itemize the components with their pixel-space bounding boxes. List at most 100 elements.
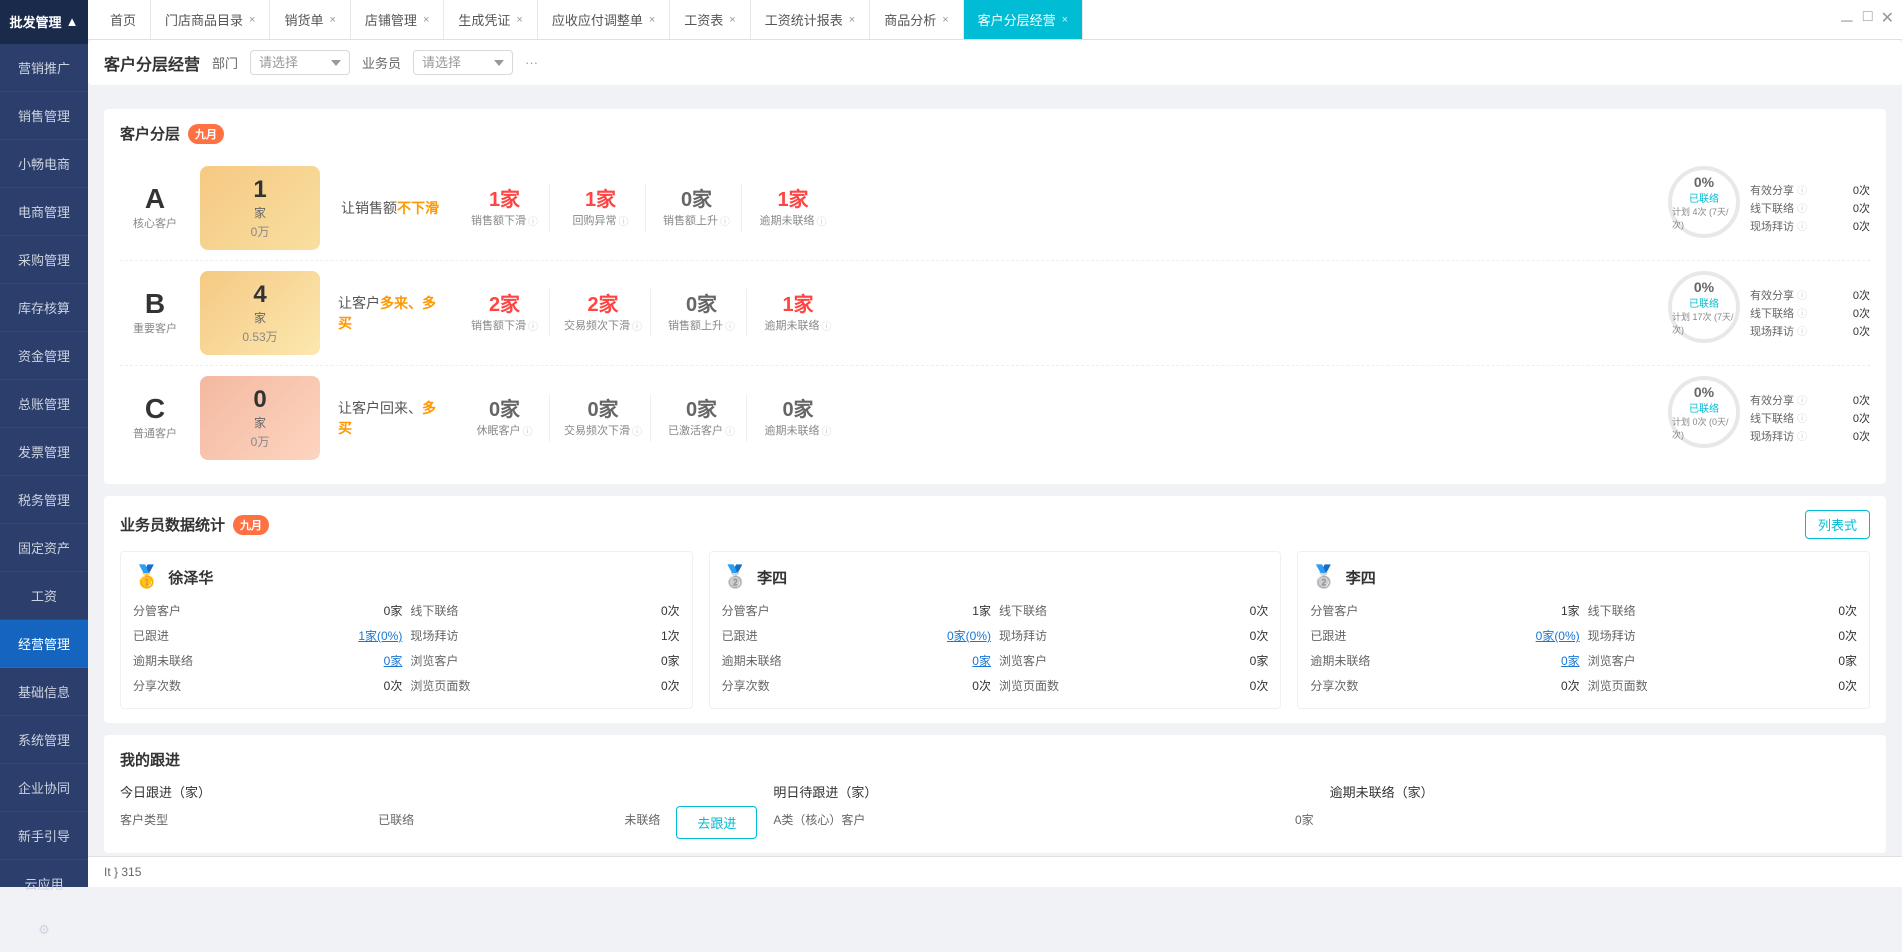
staff-stat-link[interactable]: 0家 [384, 652, 403, 669]
sidebar-item-小畅电商[interactable]: 小畅电商 [0, 140, 88, 188]
right-stats-B: 有效分享 ⓘ 0次 线下联络 ⓘ 0次 现场拜访 ⓘ 0次 [1750, 271, 1870, 355]
stat-item[interactable]: 0家 销售额上升 ⓘ [657, 289, 747, 337]
tab-首页[interactable]: 首页 [96, 0, 151, 40]
staff-stat-row: 现场拜访 0次 [999, 625, 1268, 646]
stat-item[interactable]: 0家 休眠客户 ⓘ [460, 394, 550, 442]
staff-stat-row: 浏览客户 0家 [410, 650, 679, 671]
tier-stats-A: 1家 销售额下滑 ⓘ 1家 回购异常 ⓘ 0家 销售额上升 ⓘ 1家 逾期未联络… [460, 166, 1658, 250]
sidebar-expand-icon: ▲ [66, 14, 79, 29]
sidebar-item-采购管理[interactable]: 采购管理 [0, 236, 88, 284]
month-badge: 九月 [188, 124, 224, 144]
minimize-icon[interactable]: － [1839, 8, 1855, 32]
tier-action-A: 让销售额不下滑 [330, 166, 450, 250]
stat-item[interactable]: 2家 销售额下滑 ⓘ [460, 289, 550, 337]
content-area: 客户分层 九月 A 核心客户 1 家 0万 让销售额不下滑 1家 销售额下滑 ⓘ… [88, 97, 1902, 856]
followup-btn-col: 去跟进 [676, 782, 757, 839]
staff-stat-row: 线下联络 0次 [410, 600, 679, 621]
tab-close-门店商品目录[interactable]: × [249, 14, 255, 26]
staff-stat-value: 1家 [972, 602, 991, 619]
tab-销货单[interactable]: 销货单× [270, 0, 350, 40]
sidebar-item-库存核算[interactable]: 库存核算 [0, 284, 88, 332]
tab-店铺管理[interactable]: 店铺管理× [351, 0, 444, 40]
staff-stat-link[interactable]: 0家 [972, 652, 991, 669]
sidebar-item-经营管理[interactable]: 经营管理 [0, 620, 88, 668]
sidebar-item-云应用[interactable]: 云应用 [0, 860, 88, 908]
filter-more[interactable]: ··· [525, 55, 538, 70]
staff-stat-value: 0家 [661, 652, 680, 669]
tab-商品分析[interactable]: 商品分析× [870, 0, 963, 40]
sidebar-item-企业协同[interactable]: 企业协同 [0, 764, 88, 812]
list-view-btn[interactable]: 列表式 [1805, 510, 1870, 539]
tab-close-工资统计报表[interactable]: × [849, 14, 855, 26]
sidebar-item-总账管理[interactable]: 总账管理 [0, 380, 88, 428]
stat-item[interactable]: 1家 逾期未联络 ⓘ [753, 289, 843, 337]
tab-生成凭证[interactable]: 生成凭证× [444, 0, 537, 40]
followup-title: 我的跟进 [120, 749, 1870, 770]
staff-stat-value: 0次 [1250, 627, 1269, 644]
tab-应收应付调整单[interactable]: 应收应付调整单× [538, 0, 670, 40]
tab-close-客户分层经营[interactable]: × [1062, 14, 1068, 26]
tab-close-生成凭证[interactable]: × [516, 14, 522, 26]
stat-item[interactable]: 0家 已激活客户 ⓘ [657, 394, 747, 442]
staff-stat-row: 线下联络 0次 [999, 600, 1268, 621]
tab-close-应收应付调整单[interactable]: × [649, 14, 655, 26]
staff-select[interactable]: 请选择 [413, 50, 513, 75]
stat-item[interactable]: 1家 回购异常 ⓘ [556, 184, 646, 232]
stat-item[interactable]: 1家 逾期未联络 ⓘ [748, 184, 838, 232]
tab-工资表[interactable]: 工资表× [670, 0, 750, 40]
sidebar-item-固定资产[interactable]: 固定资产 [0, 524, 88, 572]
tab-close-商品分析[interactable]: × [942, 14, 948, 26]
tier-count-C[interactable]: 0 家 0万 [200, 376, 320, 460]
staff-stat-value: 0次 [661, 677, 680, 694]
sidebar-item-工资[interactable]: 工资 [0, 572, 88, 620]
sidebar-item-系统管理[interactable]: 系统管理 [0, 716, 88, 764]
sidebar-header[interactable]: 批发管理 ▲ [0, 0, 88, 44]
stat-item[interactable]: 2家 交易频次下滑 ⓘ [556, 289, 651, 337]
close-all-icon[interactable]: ✕ [1881, 8, 1894, 32]
staff-stat-row: 已跟进 0家(0%) [1310, 625, 1579, 646]
tab-actions: － □ ✕ [1839, 8, 1894, 32]
stat-item[interactable]: 0家 交易频次下滑 ⓘ [556, 394, 651, 442]
sidebar-item-税务管理[interactable]: 税务管理 [0, 476, 88, 524]
stat-item[interactable]: 1家 销售额下滑 ⓘ [460, 184, 550, 232]
staff-stat-link[interactable]: 1家(0%) [358, 627, 402, 644]
customer-tier-section: 客户分层 九月 A 核心客户 1 家 0万 让销售额不下滑 1家 销售额下滑 ⓘ… [104, 109, 1886, 484]
sidebar-item-基础信息[interactable]: 基础信息 [0, 668, 88, 716]
staff-grid: 🥇 徐泽华 分管客户 0家 线下联络 0次 已跟进 1家(0%) 现场拜访 1次 [120, 551, 1870, 709]
tier-stats-B: 2家 销售额下滑 ⓘ 2家 交易频次下滑 ⓘ 0家 销售额上升 ⓘ 1家 逾期未… [460, 271, 1658, 355]
sidebar-item-电商管理[interactable]: 电商管理 [0, 188, 88, 236]
sidebar-settings[interactable]: ⚙ [0, 908, 88, 952]
staff-stat-row: 分享次数 0次 [133, 675, 402, 696]
staff-stat-link[interactable]: 0家(0%) [1536, 627, 1580, 644]
staff-stat-link[interactable]: 0家 [1561, 652, 1580, 669]
tier-stats-C: 0家 休眠客户 ⓘ 0家 交易频次下滑 ⓘ 0家 已激活客户 ⓘ 0家 逾期未联… [460, 376, 1658, 460]
tier-count-B[interactable]: 4 家 0.53万 [200, 271, 320, 355]
staff-stats-grid: 分管客户 1家 线下联络 0次 已跟进 0家(0%) 现场拜访 0次 逾期未联络… [722, 600, 1269, 696]
sidebar-item-新手引导[interactable]: 新手引导 [0, 812, 88, 860]
sidebar-item-销售管理[interactable]: 销售管理 [0, 92, 88, 140]
contact-circle-A: 0% 已联络 计划 4次 (7天/次) [1668, 166, 1740, 238]
staff-stat-value: 0次 [1838, 627, 1857, 644]
staff-stat-link[interactable]: 0家(0%) [947, 627, 991, 644]
tab-门店商品目录[interactable]: 门店商品目录× [151, 0, 270, 40]
overdue-followup-title: 逾期未联络（家） [1330, 782, 1870, 801]
tab-客户分层经营[interactable]: 客户分层经营× [964, 0, 1083, 40]
goto-followup-btn[interactable]: 去跟进 [676, 806, 757, 839]
followup-overdue-col: 逾期未联络（家） [1330, 782, 1870, 809]
dept-select[interactable]: 请选择 [250, 50, 350, 75]
sidebar-item-营销推广[interactable]: 营销推广 [0, 44, 88, 92]
stat-item[interactable]: 0家 逾期未联络 ⓘ [753, 394, 843, 442]
staff-stats-grid: 分管客户 1家 线下联络 0次 已跟进 0家(0%) 现场拜访 0次 逾期未联络… [1310, 600, 1857, 696]
maximize-icon[interactable]: □ [1863, 8, 1873, 32]
tab-close-工资表[interactable]: × [729, 14, 735, 26]
tab-close-店铺管理[interactable]: × [423, 14, 429, 26]
tier-count-A[interactable]: 1 家 0万 [200, 166, 320, 250]
sidebar-item-资金管理[interactable]: 资金管理 [0, 332, 88, 380]
contact-circle-B: 0% 已联络 计划 17次 (7天/次) [1668, 271, 1740, 343]
tier-label-A: A 核心客户 [120, 166, 190, 250]
stat-item[interactable]: 0家 销售额上升 ⓘ [652, 184, 742, 232]
staff-stats-grid: 分管客户 0家 线下联络 0次 已跟进 1家(0%) 现场拜访 1次 逾期未联络… [133, 600, 680, 696]
tab-close-销货单[interactable]: × [329, 14, 335, 26]
tab-工资统计报表[interactable]: 工资统计报表× [751, 0, 870, 40]
sidebar-item-发票管理[interactable]: 发票管理 [0, 428, 88, 476]
